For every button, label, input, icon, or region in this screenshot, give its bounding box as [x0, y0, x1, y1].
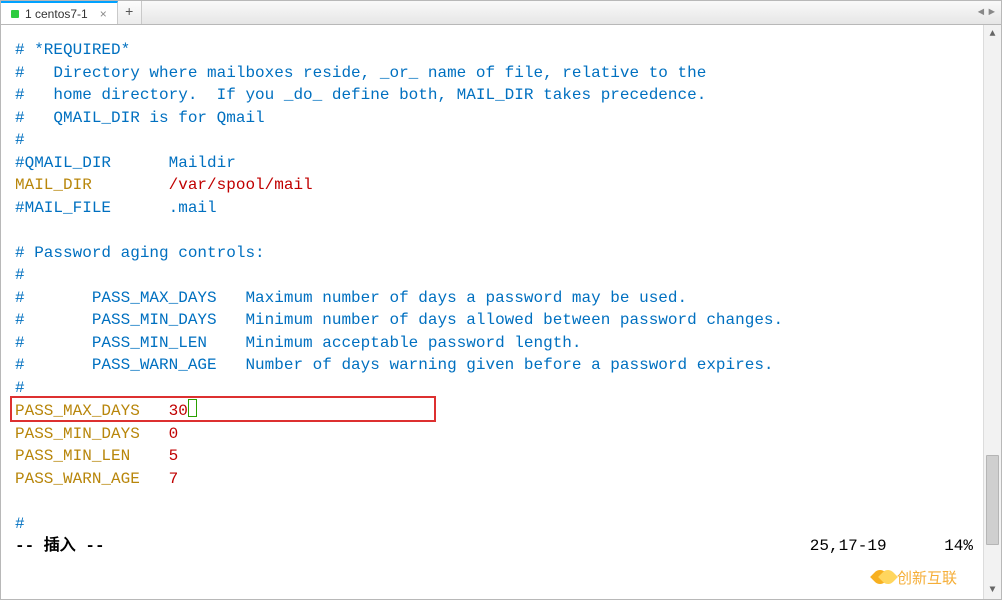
- editor-line: # PASS_WARN_AGE Number of days warning g…: [15, 354, 973, 377]
- editor-line: #: [15, 377, 973, 400]
- vertical-scrollbar[interactable]: ▲ ▼: [983, 25, 1001, 599]
- terminal-editor[interactable]: # *REQUIRED*# Directory where mailboxes …: [1, 25, 983, 599]
- editor-line: # Directory where mailboxes reside, _or_…: [15, 62, 973, 85]
- tab-session-1[interactable]: 1 centos7-1 ×: [1, 1, 118, 24]
- editor-line: MAIL_DIR /var/spool/mail: [15, 174, 973, 197]
- editor-line: # PASS_MAX_DAYS Maximum number of days a…: [15, 287, 973, 310]
- tab-nav-left-icon[interactable]: ◄: [978, 7, 985, 19]
- editor-line: PASS_MIN_DAYS 0: [15, 423, 973, 446]
- text-cursor: [188, 399, 197, 417]
- scroll-up-icon[interactable]: ▲: [984, 25, 1001, 43]
- scroll-down-icon[interactable]: ▼: [984, 581, 1001, 599]
- editor-line: # *REQUIRED*: [15, 39, 973, 62]
- tab-nav-right-icon[interactable]: ►: [988, 7, 995, 19]
- editor-line: # PASS_MIN_LEN Minimum acceptable passwo…: [15, 332, 973, 355]
- scrollbar-thumb[interactable]: [986, 455, 999, 545]
- editor-line: # Password aging controls:: [15, 242, 973, 265]
- close-icon[interactable]: ×: [100, 7, 107, 21]
- editor-line: #: [15, 129, 973, 152]
- tab-bar: 1 centos7-1 × + ◄ ►: [1, 1, 1001, 25]
- editor-line: [15, 490, 973, 513]
- editor-line: PASS_MIN_LEN 5: [15, 445, 973, 468]
- vim-position-text: 25,17-19 14%: [810, 535, 973, 558]
- editor-line: #QMAIL_DIR Maildir: [15, 152, 973, 175]
- editor-line: # PASS_MIN_DAYS Minimum number of days a…: [15, 309, 973, 332]
- editor-line: # QMAIL_DIR is for Qmail: [15, 107, 973, 130]
- vim-status-line: -- 插入 -- 25,17-19 14%: [15, 535, 973, 558]
- plus-icon: +: [125, 5, 133, 21]
- editor-line: #: [15, 513, 973, 536]
- editor-line: PASS_WARN_AGE 7: [15, 468, 973, 491]
- editor-line: #MAIL_FILE .mail: [15, 197, 973, 220]
- new-tab-button[interactable]: +: [118, 1, 142, 24]
- status-dot-icon: [11, 10, 19, 18]
- editor-line: PASS_MAX_DAYS 30: [15, 399, 973, 423]
- editor-line: #: [15, 264, 973, 287]
- editor-line: # home directory. If you _do_ define bot…: [15, 84, 973, 107]
- vim-mode-text: -- 插入 --: [15, 535, 105, 558]
- tab-label: 1 centos7-1: [25, 7, 88, 21]
- editor-line: [15, 219, 973, 242]
